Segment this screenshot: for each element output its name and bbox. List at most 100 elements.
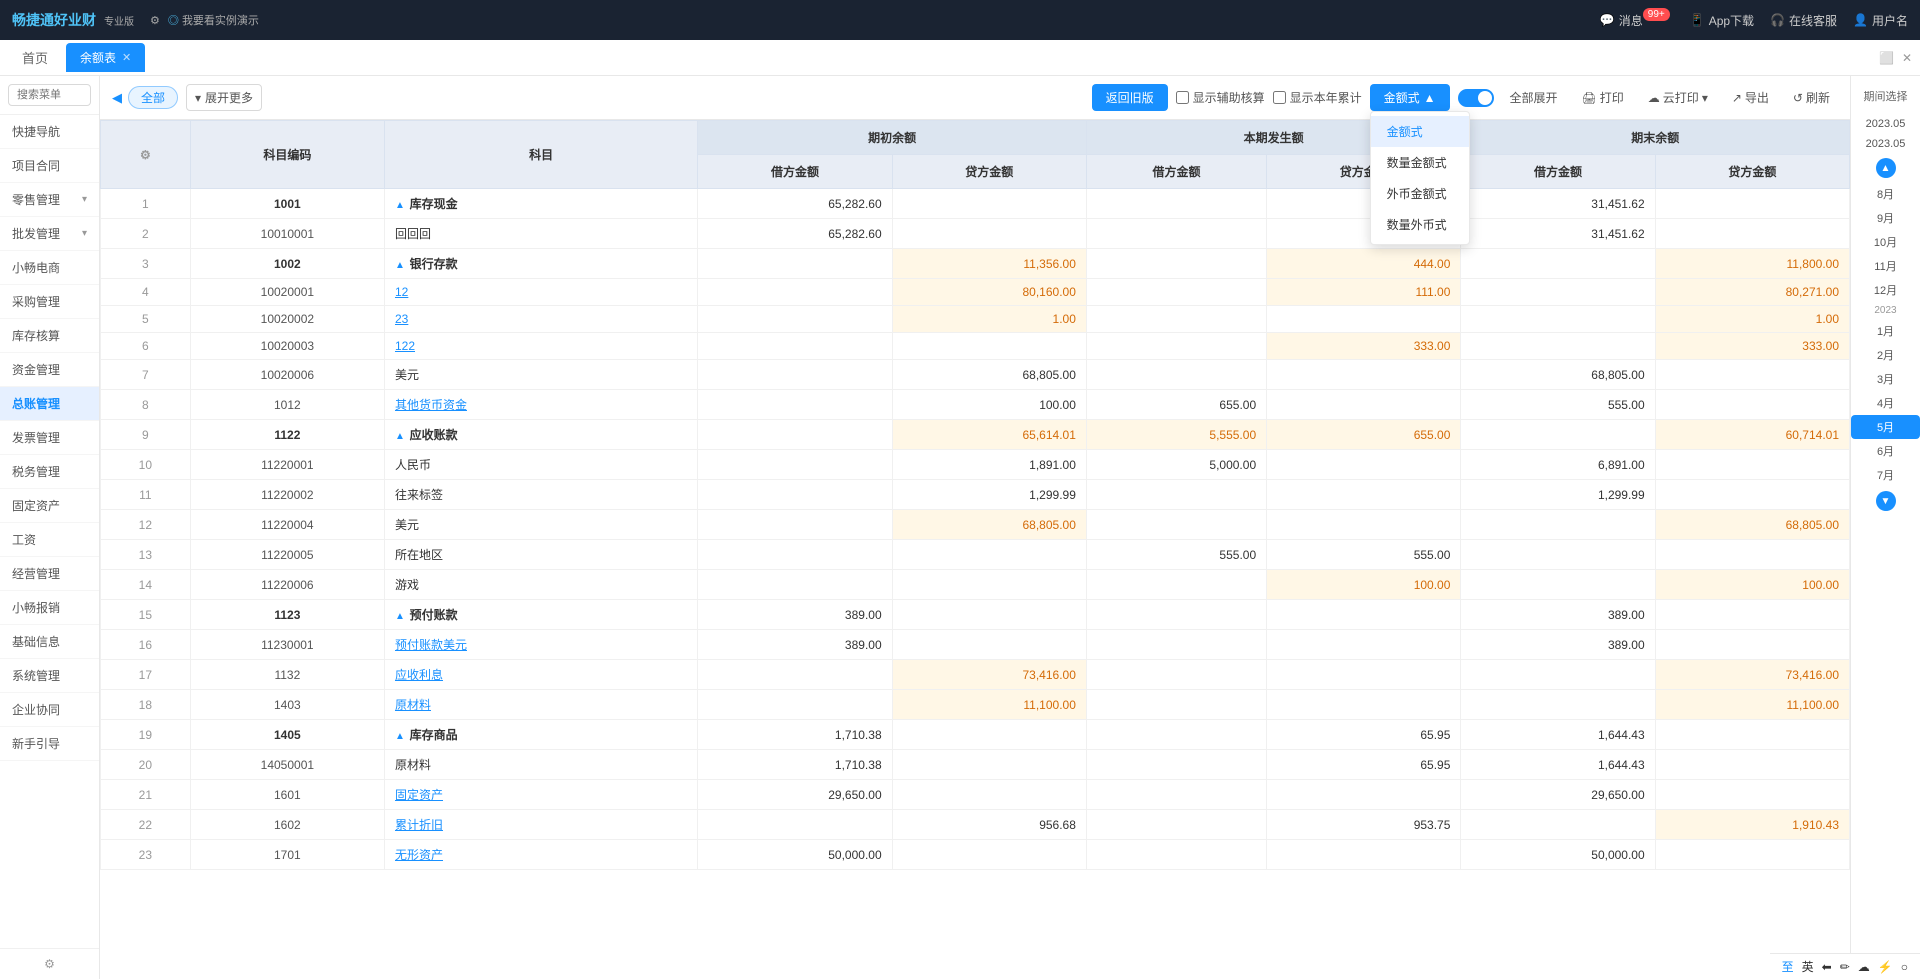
table-row: 2 10010001 回回回 65,282.60 33,830.98 31,45… (101, 219, 1850, 249)
settings-icon[interactable]: ⚙ (150, 14, 160, 27)
account-link[interactable]: 固定资产 (395, 788, 443, 802)
tab-close-all-btn[interactable]: ✕ (1902, 51, 1912, 65)
month-9[interactable]: 9月 (1851, 206, 1920, 230)
account-link[interactable]: 预付账款美元 (395, 638, 467, 652)
sidebar-item-wholesale[interactable]: 批发管理▾ (0, 217, 99, 251)
account-name: 原材料 (384, 690, 697, 720)
status-icon-5[interactable]: ☁ (1858, 960, 1870, 974)
sidebar-item-fixed-asset[interactable]: 固定资产 (0, 489, 99, 523)
show-yearly-checkbox[interactable]: 显示本年累计 (1273, 89, 1362, 106)
sidebar-item-system[interactable]: 系统管理 (0, 659, 99, 693)
view-mode-amount[interactable]: 金额式 (1371, 116, 1469, 147)
month-2[interactable]: 2月 (1851, 343, 1920, 367)
status-icon-7[interactable]: ○ (1901, 960, 1908, 974)
sidebar-item-guide[interactable]: 新手引导 (0, 727, 99, 761)
account-link[interactable]: 无形资产 (395, 848, 443, 862)
sidebar-item-tax[interactable]: 税务管理 (0, 455, 99, 489)
print-btn[interactable]: 🖨 打印 (1574, 85, 1632, 110)
amount-cell (1086, 249, 1266, 279)
expand-all-label[interactable]: 全部展开 (1502, 85, 1566, 110)
expand-row-icon[interactable]: ▲ (395, 431, 408, 442)
search-input[interactable] (8, 84, 91, 106)
account-name: 23 (384, 306, 697, 333)
account-link[interactable]: 其他货币资金 (395, 398, 467, 412)
app-download-btn[interactable]: 📱 App下载 (1690, 12, 1754, 29)
view-mode-qty-foreign[interactable]: 数量外币式 (1371, 209, 1469, 240)
tab-home[interactable]: 首页 (8, 42, 62, 73)
month-3[interactable]: 3月 (1851, 367, 1920, 391)
demo-link[interactable]: ◎ 我要看实例演示 (168, 12, 259, 28)
collapse-up-btn[interactable]: ▲ (1876, 158, 1896, 178)
status-icon-6[interactable]: ⚡ (1878, 960, 1893, 974)
export-btn[interactable]: ↗ 导出 (1724, 85, 1777, 110)
show-auxiliary-checkbox[interactable]: 显示辅助核算 (1176, 89, 1265, 106)
sidebar-item-retail[interactable]: 零售管理▾ (0, 183, 99, 217)
sidebar-item-quick-nav[interactable]: 快捷导航 (0, 115, 99, 149)
sidebar-item-ecommerce[interactable]: 小畅电商 (0, 251, 99, 285)
sidebar-item-business[interactable]: 经营管理 (0, 557, 99, 591)
view-mode-dropdown[interactable]: 金额式 ▲ 金额式 数量金额式 外币金额式 数量外币式 (1370, 84, 1450, 111)
sidebar-item-inventory[interactable]: 库存核算 (0, 319, 99, 353)
status-icon-1[interactable]: 至 (1782, 958, 1794, 975)
date-range-start[interactable]: 2023.05 (1851, 114, 1920, 134)
sidebar-item-project[interactable]: 项目合同 (0, 149, 99, 183)
account-code: 10020006 (190, 360, 384, 390)
amount-cell: 953.75 (1267, 810, 1461, 840)
month-6[interactable]: 6月 (1851, 439, 1920, 463)
month-5[interactable]: 5月 (1851, 415, 1920, 439)
sidebar-item-capital[interactable]: 资金管理 (0, 353, 99, 387)
status-icon-3[interactable]: ⬅ (1822, 960, 1832, 974)
expand-row-icon[interactable]: ▲ (395, 611, 408, 622)
account-link[interactable]: 应收利息 (395, 668, 443, 682)
message-btn[interactable]: 💬 消息 99+ (1600, 12, 1674, 29)
user-avatar[interactable]: 👤 用户名 (1853, 12, 1908, 29)
tab-close-btn[interactable]: ✕ (122, 51, 131, 64)
account-code: 11230001 (190, 630, 384, 660)
expand-row-icon[interactable]: ▲ (395, 731, 408, 742)
month-11[interactable]: 11月 (1851, 254, 1920, 278)
sidebar-item-accounting[interactable]: 总账管理 (0, 387, 99, 421)
sidebar-item-invoice[interactable]: 发票管理 (0, 421, 99, 455)
month-7[interactable]: 7月 (1851, 463, 1920, 487)
refresh-btn[interactable]: ↺ 刷新 (1785, 85, 1838, 110)
expand-all-toggle[interactable] (1458, 89, 1494, 107)
date-range-end[interactable]: 2023.05 (1851, 134, 1920, 154)
month-1[interactable]: 1月 (1851, 319, 1920, 343)
status-icon-4[interactable]: ✏ (1840, 960, 1850, 974)
cloud-print-btn[interactable]: ☁ 云打印 ▾ (1640, 85, 1716, 110)
account-link[interactable]: 原材料 (395, 698, 431, 712)
month-8[interactable]: 8月 (1851, 182, 1920, 206)
status-icon-2[interactable]: 英 (1802, 958, 1814, 975)
breadcrumb-back-icon[interactable]: ◀ (112, 90, 122, 106)
month-4[interactable]: 4月 (1851, 391, 1920, 415)
collapse-down-btn[interactable]: ▼ (1876, 491, 1896, 511)
sidebar-item-sales[interactable]: 小畅报销 (0, 591, 99, 625)
tab-balance[interactable]: 余额表 ✕ (66, 43, 145, 72)
online-service-btn[interactable]: 🎧 在线客服 (1770, 12, 1837, 29)
sidebar-item-cooperation[interactable]: 企业协同 (0, 693, 99, 727)
account-link[interactable]: 23 (395, 312, 408, 326)
breadcrumb-tag[interactable]: 全部 (128, 86, 178, 109)
sidebar-item-payroll[interactable]: 工资 (0, 523, 99, 557)
amount-cell: 1,891.00 (892, 450, 1086, 480)
return-old-btn[interactable]: 返回旧版 (1092, 84, 1168, 111)
month-10[interactable]: 10月 (1851, 230, 1920, 254)
sidebar-item-purchase[interactable]: 采购管理 (0, 285, 99, 319)
account-link[interactable]: 累计折旧 (395, 818, 443, 832)
amount-cell: 1,644.43 (1461, 720, 1655, 750)
settings-gear-icon[interactable]: ⚙ (44, 957, 55, 971)
col-settings-header[interactable]: ⚙ (101, 121, 191, 189)
amount-cell (892, 189, 1086, 219)
expand-row-icon[interactable]: ▲ (395, 260, 408, 271)
view-mode-foreign-amount[interactable]: 外币金额式 (1371, 178, 1469, 209)
account-link[interactable]: 122 (395, 339, 415, 353)
expand-row-icon[interactable]: ▲ (395, 200, 408, 211)
sidebar-item-basic[interactable]: 基础信息 (0, 625, 99, 659)
tab-restore-btn[interactable]: ⬜ (1879, 51, 1894, 65)
view-mode-qty-amount[interactable]: 数量金额式 (1371, 147, 1469, 178)
view-mode-btn[interactable]: 金额式 ▲ (1370, 84, 1450, 111)
account-link[interactable]: 12 (395, 285, 408, 299)
month-12[interactable]: 12月 (1851, 278, 1920, 302)
dropdown-arrow-icon: ▲ (1424, 91, 1436, 105)
expand-more-btn[interactable]: ▾ 展开更多 (186, 84, 262, 111)
